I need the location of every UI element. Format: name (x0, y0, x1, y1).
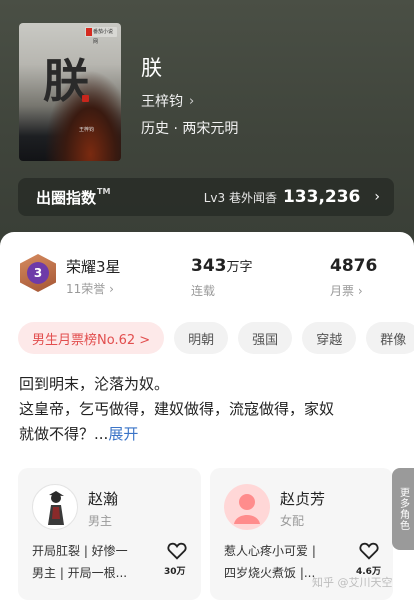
word-count-stat: 343万字 连载 (191, 256, 253, 298)
more-roles-button[interactable]: 更多角色 (392, 468, 414, 550)
tag-item[interactable]: 群像 (366, 322, 414, 354)
character-role: 男主 (88, 514, 113, 528)
book-info-panel: 3 荣耀3星 11荣誉 › 343万字 连载 4876 月票 › 男生月票榜No… (0, 232, 414, 600)
character-figure-icon (48, 491, 64, 525)
character-card[interactable]: 赵瀚 男主 开局肛裂 | 好惨一 男主 | 开局一根... 30万 (18, 468, 201, 600)
popularity-index-bar[interactable]: 出圈指数TM Lv3 巷外闻香 133,236 › (18, 178, 394, 216)
trademark-mark: TM (97, 186, 111, 196)
book-header: 番茄小说网 朕 王梓钧 朕 王梓钧 › 历史 · 两宋元明 出圈指数TM Lv3… (0, 0, 414, 236)
author-name: 王梓钧 (141, 94, 183, 110)
heart-icon[interactable] (166, 540, 188, 562)
character-name: 赵瀚 (88, 490, 119, 508)
watermark: 知乎 @艾川天空 (312, 576, 393, 589)
tag-item[interactable]: 穿越 (302, 322, 357, 354)
character-role: 女配 (280, 514, 305, 528)
serial-status: 连载 (191, 284, 216, 298)
silhouette-icon (234, 494, 260, 524)
tag-item[interactable]: 强国 (238, 322, 293, 354)
monthly-ticket-stat[interactable]: 4876 月票 › (330, 256, 377, 299)
cover-author: 王梓钧 (79, 127, 95, 133)
honor-level: 3 (27, 262, 49, 284)
index-level: Lv3 巷外闻香 (203, 190, 277, 205)
like-count: 30万 (164, 567, 186, 577)
cover-publisher-badge: 番茄小说网 (85, 27, 117, 45)
chevron-right-icon: › (189, 93, 195, 109)
honor-title: 荣耀3星 (66, 258, 121, 276)
character-desc: 开局肛裂 | 好惨一 男主 | 开局一根... (32, 544, 128, 580)
character-name: 赵贞芳 (280, 490, 326, 508)
honor-count: 11荣誉 › (66, 282, 114, 296)
index-value: 133,236 (282, 187, 361, 207)
book-title: 朕 (141, 56, 162, 80)
cover-seal (82, 95, 89, 102)
tag-ranking[interactable]: 男生月票榜No.62 > (18, 322, 165, 354)
tag-list: 男生月票榜No.62 > 明朝 强国 穿越 群像 (18, 322, 414, 356)
character-avatar (224, 484, 270, 530)
monthly-ticket-label: 月票 › (330, 284, 363, 298)
tag-item[interactable]: 明朝 (174, 322, 229, 354)
cover-title: 朕 (43, 54, 89, 108)
book-cover[interactable]: 番茄小说网 朕 王梓钧 (19, 23, 121, 161)
author-link[interactable]: 王梓钧 › (141, 91, 194, 111)
stats-row: 3 荣耀3星 11荣誉 › 343万字 连载 4876 月票 › (0, 252, 414, 312)
book-description: 回到明末，沦落为奴。 这皇帝，乞丐做得，建奴做得，流寇做得，家奴 就做不得？..… (19, 375, 335, 443)
character-avatar (32, 484, 78, 530)
book-genre: 历史 · 两宋元明 (141, 121, 239, 137)
chevron-right-icon: › (374, 189, 380, 205)
index-label: 出圈指数TM (36, 186, 111, 207)
expand-link[interactable]: 展开 (108, 425, 138, 443)
heart-icon[interactable] (358, 540, 380, 562)
